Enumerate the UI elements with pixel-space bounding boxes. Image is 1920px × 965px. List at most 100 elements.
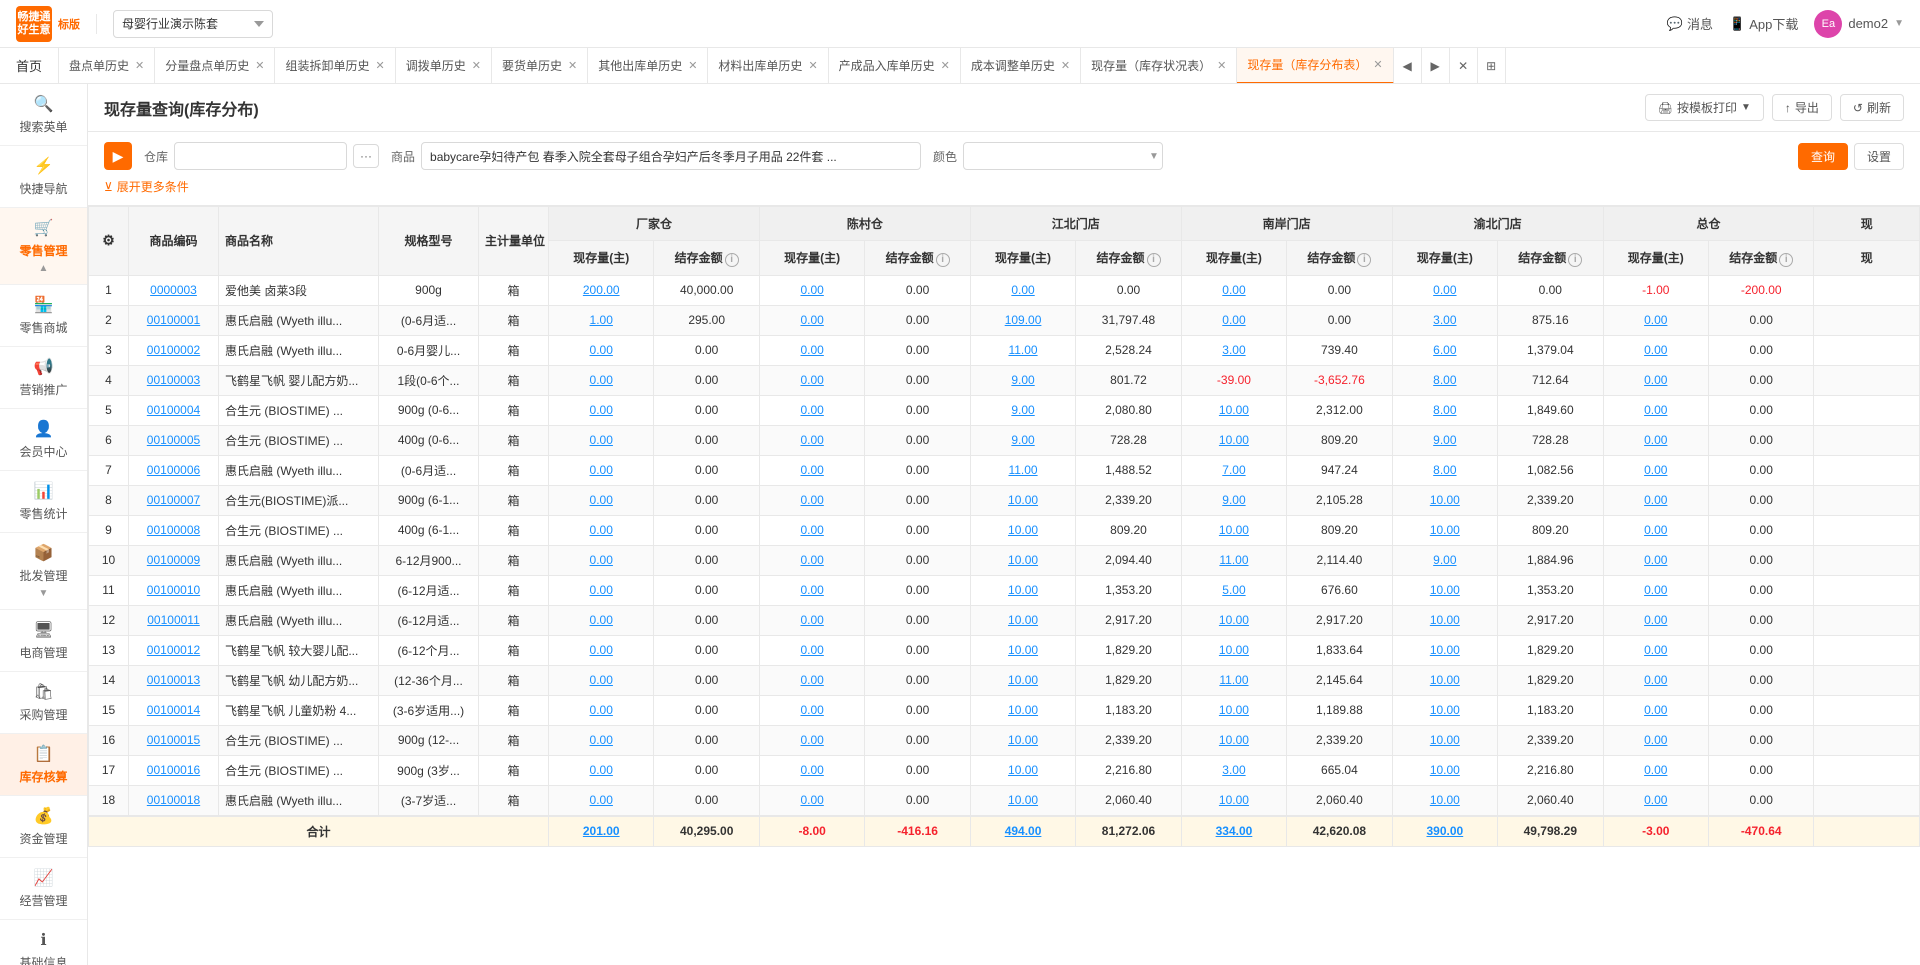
cell-factory-qty[interactable]: 200.00	[549, 275, 654, 305]
cell-total-qty[interactable]: -1.00	[1603, 275, 1708, 305]
footer-factory-qty[interactable]: 201.00	[549, 816, 654, 847]
cell-nanan-qty[interactable]: 10.00	[1181, 695, 1286, 725]
sidebar-item-search[interactable]: 🔍 搜索英单	[0, 84, 87, 146]
cell-chenlu-qty[interactable]: 0.00	[759, 665, 864, 695]
cell-total-qty[interactable]: 0.00	[1603, 635, 1708, 665]
cell-nanan-qty[interactable]: 3.00	[1181, 755, 1286, 785]
cell-chenlu-qty[interactable]: 0.00	[759, 725, 864, 755]
cell-yubeimen-qty[interactable]: 9.00	[1392, 425, 1497, 455]
info-icon[interactable]: i	[936, 253, 950, 267]
info-icon[interactable]: i	[1147, 253, 1161, 267]
cell-factory-qty[interactable]: 0.00	[549, 665, 654, 695]
sidebar-item-purchase[interactable]: 🛍 采购管理	[0, 672, 87, 734]
cell-yubeimen-qty[interactable]: 10.00	[1392, 605, 1497, 635]
cell-chenlu-qty[interactable]: 0.00	[759, 395, 864, 425]
warehouse-input[interactable]	[174, 142, 347, 170]
cell-total-qty[interactable]: 0.00	[1603, 605, 1708, 635]
cell-factory-qty[interactable]: 0.00	[549, 425, 654, 455]
cell-factory-qty[interactable]: 0.00	[549, 575, 654, 605]
cell-total-qty[interactable]: 0.00	[1603, 695, 1708, 725]
cell-yubeimen-qty[interactable]: 10.00	[1392, 725, 1497, 755]
tab-material-out[interactable]: 材料出库单历史 ✕	[708, 48, 828, 84]
info-icon[interactable]: i	[725, 253, 739, 267]
cell-chenlu-qty[interactable]: 0.00	[759, 785, 864, 816]
cell-nanan-qty[interactable]: 10.00	[1181, 425, 1286, 455]
cell-yubeimen-qty[interactable]: 8.00	[1392, 365, 1497, 395]
sidebar-item-shortcut[interactable]: ⚡ 快捷导航	[0, 146, 87, 208]
footer-yubeimen-qty[interactable]: 390.00	[1392, 816, 1497, 847]
cell-nanan-qty[interactable]: 10.00	[1181, 785, 1286, 816]
export-btn[interactable]: ↑ 导出	[1772, 94, 1832, 121]
cell-nanan-qty[interactable]: 10.00	[1181, 515, 1286, 545]
close-icon[interactable]: ✕	[941, 59, 950, 72]
tab-stock-status[interactable]: 现存量（库存状况表） ✕	[1081, 48, 1237, 84]
close-icon[interactable]: ✕	[1373, 58, 1382, 71]
cell-chenlu-qty[interactable]: 0.00	[759, 515, 864, 545]
cell-jiangbei-qty[interactable]: 10.00	[970, 605, 1075, 635]
cell-factory-qty[interactable]: 0.00	[549, 635, 654, 665]
cell-jiangbei-qty[interactable]: 11.00	[970, 335, 1075, 365]
cell-factory-qty[interactable]: 0.00	[549, 755, 654, 785]
sidebar-item-finance[interactable]: 💰 资金管理	[0, 796, 87, 858]
goods-input[interactable]	[421, 142, 921, 170]
sidebar-item-ops[interactable]: 📈 经营管理	[0, 858, 87, 920]
cell-total-qty[interactable]: 0.00	[1603, 395, 1708, 425]
cell-nanan-qty[interactable]: 11.00	[1181, 665, 1286, 695]
cell-jiangbei-qty[interactable]: 9.00	[970, 425, 1075, 455]
cell-yubeimen-qty[interactable]: 6.00	[1392, 335, 1497, 365]
cell-nanan-qty[interactable]: 10.00	[1181, 725, 1286, 755]
close-icon[interactable]: ✕	[1217, 59, 1226, 72]
cell-yubeimen-qty[interactable]: 10.00	[1392, 755, 1497, 785]
info-icon[interactable]: i	[1779, 253, 1793, 267]
sidebar-item-retail-store[interactable]: 🏪 零售商城	[0, 285, 87, 347]
cell-factory-qty[interactable]: 1.00	[549, 305, 654, 335]
warehouse-ellipsis-btn[interactable]: ···	[353, 144, 379, 168]
cell-jiangbei-qty[interactable]: 10.00	[970, 755, 1075, 785]
cell-chenlu-qty[interactable]: 0.00	[759, 425, 864, 455]
cell-total-qty[interactable]: 0.00	[1603, 335, 1708, 365]
cell-nanan-qty[interactable]: 0.00	[1181, 275, 1286, 305]
collapse-btn[interactable]: ▶	[104, 142, 132, 170]
tab-close-btn[interactable]: ✕	[1450, 48, 1478, 84]
cell-jiangbei-qty[interactable]: 11.00	[970, 455, 1075, 485]
cell-factory-qty[interactable]: 0.00	[549, 485, 654, 515]
cell-total-qty[interactable]: 0.00	[1603, 485, 1708, 515]
cell-yubeimen-qty[interactable]: 10.00	[1392, 575, 1497, 605]
cell-chenlu-qty[interactable]: 0.00	[759, 485, 864, 515]
cell-total-qty[interactable]: 0.00	[1603, 305, 1708, 335]
cell-jiangbei-qty[interactable]: 10.00	[970, 485, 1075, 515]
cell-chenlu-qty[interactable]: 0.00	[759, 275, 864, 305]
cell-yubeimen-qty[interactable]: 10.00	[1392, 695, 1497, 725]
close-icon[interactable]: ✕	[376, 59, 385, 72]
cell-jiangbei-qty[interactable]: 10.00	[970, 725, 1075, 755]
tab-transfer[interactable]: 调拨单历史 ✕	[396, 48, 492, 84]
cell-total-qty[interactable]: 0.00	[1603, 515, 1708, 545]
tab-stock-dist[interactable]: 现存量（库存分布表） ✕	[1237, 48, 1393, 84]
cell-yubeimen-qty[interactable]: 10.00	[1392, 515, 1497, 545]
sidebar-item-retail[interactable]: 🛒 零售管理 ▲	[0, 208, 87, 285]
info-icon[interactable]: i	[1357, 253, 1371, 267]
cell-chenlu-qty[interactable]: 0.00	[759, 545, 864, 575]
cell-jiangbei-qty[interactable]: 10.00	[970, 665, 1075, 695]
cell-nanan-qty[interactable]: 7.00	[1181, 455, 1286, 485]
cell-yubeimen-qty[interactable]: 10.00	[1392, 635, 1497, 665]
tab-next-btn[interactable]: ▶	[1422, 48, 1450, 84]
query-btn[interactable]: 查询	[1798, 143, 1848, 170]
tab-group-unpack[interactable]: 组装拆卸单历史 ✕	[275, 48, 395, 84]
cell-chenlu-qty[interactable]: 0.00	[759, 695, 864, 725]
cell-total-qty[interactable]: 0.00	[1603, 425, 1708, 455]
cell-nanan-qty[interactable]: 10.00	[1181, 395, 1286, 425]
cell-nanan-qty[interactable]: 0.00	[1181, 305, 1286, 335]
cell-factory-qty[interactable]: 0.00	[549, 365, 654, 395]
cell-factory-qty[interactable]: 0.00	[549, 605, 654, 635]
cell-jiangbei-qty[interactable]: 10.00	[970, 785, 1075, 816]
close-icon[interactable]: ✕	[472, 59, 481, 72]
cell-yubeimen-qty[interactable]: 3.00	[1392, 305, 1497, 335]
footer-chenlu-qty[interactable]: -8.00	[759, 816, 864, 847]
sidebar-item-retail-stat[interactable]: 📊 零售统计	[0, 471, 87, 533]
cell-chenlu-qty[interactable]: 0.00	[759, 455, 864, 485]
cell-jiangbei-qty[interactable]: 9.00	[970, 365, 1075, 395]
cell-factory-qty[interactable]: 0.00	[549, 395, 654, 425]
tab-count-single[interactable]: 盘点单历史 ✕	[59, 48, 155, 84]
print-btn[interactable]: 🖨 按模板打印 ▼	[1645, 94, 1764, 121]
